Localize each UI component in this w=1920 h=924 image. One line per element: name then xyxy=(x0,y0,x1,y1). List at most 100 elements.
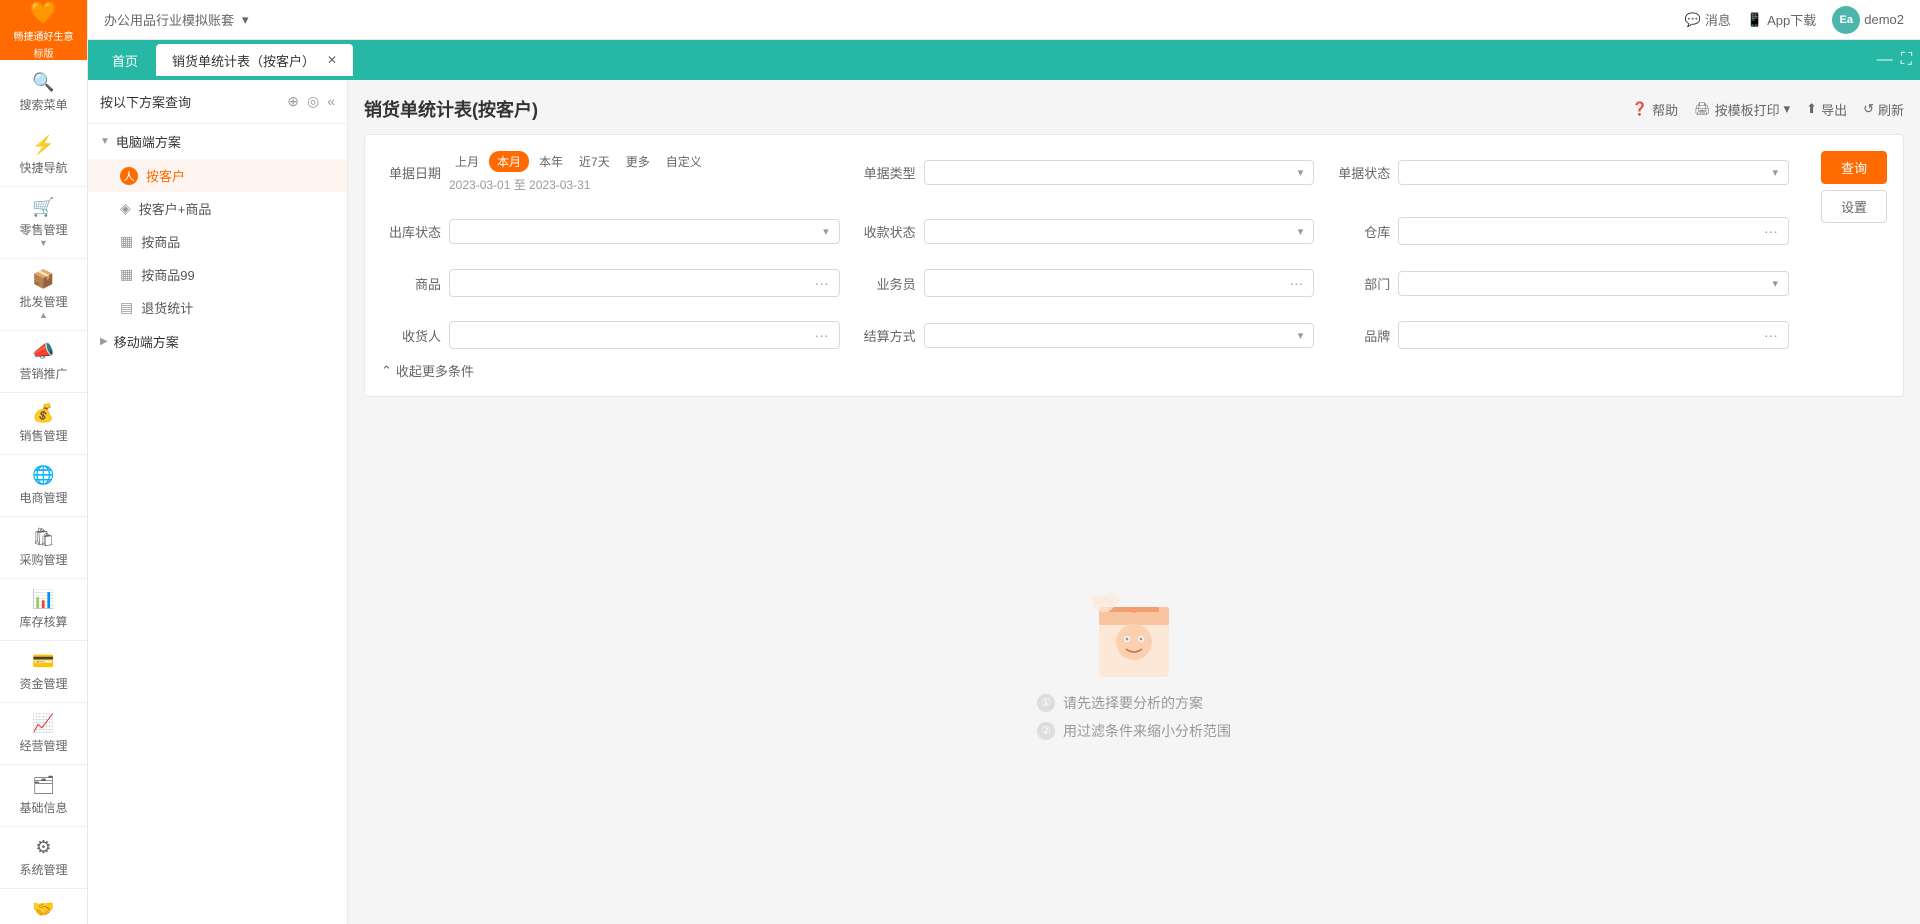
scheme-add-btn[interactable]: ⊕ xyxy=(287,93,299,110)
marketing-icon: 📣 xyxy=(32,341,54,362)
tab-minimize-btn[interactable]: — xyxy=(1877,51,1893,69)
scheme-group-desktop-label: 电脑端方案 xyxy=(116,132,181,151)
filter-row-3: 商品 ··· 业务员 ··· xyxy=(381,269,1789,297)
scheme-header: 按以下方案查询 ⊕ ◎ « xyxy=(88,80,347,124)
search-icon: 🔍 xyxy=(32,72,54,93)
tab-maximize-btn[interactable]: ⛶ xyxy=(1901,51,1912,69)
sidebar-item-enterprise[interactable]: 🤝 企业协同 xyxy=(0,889,88,924)
goods-99-icon: ▦ xyxy=(120,266,133,283)
brand-label: 品牌 xyxy=(1330,326,1390,345)
scheme-item-by-customer-goods-label: 按客户+商品 xyxy=(139,199,212,218)
user-profile-btn[interactable]: Ea demo2 xyxy=(1832,6,1904,34)
sidebar-item-operations[interactable]: 📈 经营管理 xyxy=(0,703,88,765)
scheme-item-by-customer[interactable]: 人 按客户 xyxy=(88,159,347,192)
app-logo[interactable]: 🧡 畅捷通好生意 标版 xyxy=(0,0,88,60)
scheme-item-refund-stat[interactable]: ▤ 退货统计 xyxy=(88,291,347,324)
template-print-btn[interactable]: 🖨 按模板打印 ▾ xyxy=(1694,100,1790,119)
scheme-item-by-customer-goods[interactable]: ◈ 按客户+商品 xyxy=(88,192,347,225)
scheme-item-by-goods-label: 按商品 xyxy=(141,232,180,251)
help-icon: ❓ xyxy=(1632,101,1648,117)
doc-status-select[interactable]: ▾ xyxy=(1398,160,1789,185)
settings-button[interactable]: 设置 xyxy=(1821,190,1887,223)
scheme-item-by-goods-99-label: 按商品99 xyxy=(141,265,194,284)
tab-sales-stat[interactable]: 销货单统计表（按客户） ✕ xyxy=(156,44,353,76)
sidebar-item-purchase[interactable]: 🛍 采购管理 xyxy=(0,517,88,579)
brand-select[interactable]: ··· xyxy=(1398,321,1789,349)
sidebar-item-marketing[interactable]: 📣 营销推广 xyxy=(0,331,88,393)
date-tab-more[interactable]: 更多 xyxy=(620,151,656,172)
hint-num-2: ② xyxy=(1037,722,1055,740)
scheme-group-mobile-title[interactable]: ▶ 移动端方案 xyxy=(88,324,347,359)
message-btn[interactable]: 💬 消息 xyxy=(1685,10,1731,29)
warehouse-dots: ··· xyxy=(1764,223,1778,239)
enterprise-icon: 🤝 xyxy=(32,899,54,920)
date-tab-this-month[interactable]: 本月 xyxy=(489,151,529,172)
date-tab-custom[interactable]: 自定义 xyxy=(660,151,708,172)
sidebar-system-label: 系统管理 xyxy=(19,861,67,878)
template-print-icon: 🖨 xyxy=(1694,101,1711,117)
payment-status-label: 收款状态 xyxy=(856,222,916,241)
sales-icon: 💰 xyxy=(32,403,54,424)
date-label: 单据日期 xyxy=(381,163,441,182)
sidebar-item-search[interactable]: 🔍 搜索菜单 xyxy=(0,60,88,125)
tab-home[interactable]: 首页 xyxy=(96,44,154,76)
export-label: 导出 xyxy=(1821,100,1847,119)
ecommerce-icon: 🌐 xyxy=(32,465,54,486)
message-icon: 💬 xyxy=(1685,12,1701,28)
doc-type-arrow: ▾ xyxy=(1298,166,1304,179)
receiver-select[interactable]: ··· xyxy=(449,321,840,349)
date-tab-last-month[interactable]: 上月 xyxy=(449,151,485,172)
scheme-item-by-goods-99[interactable]: ▦ 按商品99 xyxy=(88,258,347,291)
sidebar-item-ecommerce[interactable]: 🌐 电商管理 xyxy=(0,455,88,517)
empty-state: ① 请先选择要分析的方案 ② 用过滤条件来缩小分析范围 xyxy=(364,409,1904,908)
goods-label: 商品 xyxy=(381,274,441,293)
sidebar-item-retail[interactable]: 🛒 零售管理 ▼ xyxy=(0,187,88,259)
date-tab-last7[interactable]: 近7天 xyxy=(573,151,616,172)
filter-out-status: 出库状态 ▾ xyxy=(381,219,840,244)
wholesale-icon: 📦 xyxy=(32,269,54,290)
date-tab-this-year[interactable]: 本年 xyxy=(533,151,569,172)
goods-select[interactable]: ··· xyxy=(449,269,840,297)
sidebar-item-basic[interactable]: 🗂 基础信息 xyxy=(0,765,88,827)
export-icon: ⬆ xyxy=(1806,101,1817,117)
main-area: 办公用品行业模拟账套 ▾ 💬 消息 📱 App下载 Ea demo2 首页 xyxy=(88,0,1920,924)
header-actions: 💬 消息 📱 App下载 Ea demo2 xyxy=(1685,6,1904,34)
app-download-label: App下载 xyxy=(1767,10,1816,29)
basic-icon: 🗂 xyxy=(32,775,55,796)
app-download-btn[interactable]: 📱 App下载 xyxy=(1747,10,1816,29)
payment-status-arrow: ▾ xyxy=(1298,225,1304,238)
out-status-select[interactable]: ▾ xyxy=(449,219,840,244)
industry-selector[interactable]: 办公用品行业模拟账套 ▾ xyxy=(104,10,249,29)
sidebar-item-inventory[interactable]: 📊 库存核算 xyxy=(0,579,88,641)
query-button[interactable]: 查询 xyxy=(1821,151,1887,184)
sidebar-item-wholesale[interactable]: 📦 批发管理 ▲ xyxy=(0,259,88,331)
sidebar-item-finance[interactable]: 💳 资金管理 xyxy=(0,641,88,703)
scheme-header-actions: ⊕ ◎ « xyxy=(287,93,335,110)
doc-status-label: 单据状态 xyxy=(1330,163,1390,182)
scheme-settings-btn[interactable]: ◎ xyxy=(307,93,319,110)
sidebar-basic-label: 基础信息 xyxy=(19,799,67,816)
scheme-collapse-btn[interactable]: « xyxy=(327,93,335,110)
page-actions: ❓ 帮助 🖨 按模板打印 ▾ ⬆ 导出 ↺ 刷新 xyxy=(1632,100,1904,119)
department-select[interactable]: ▾ xyxy=(1398,271,1789,296)
right-panel: 销货单统计表(按客户) ❓ 帮助 🖨 按模板打印 ▾ ⬆ 导出 xyxy=(348,80,1920,924)
scheme-item-by-customer-label: 按客户 xyxy=(146,166,185,185)
sidebar-item-system[interactable]: ⚙ 系统管理 xyxy=(0,827,88,889)
refresh-btn[interactable]: ↺ 刷新 xyxy=(1863,100,1904,119)
sidebar-item-quick-nav[interactable]: ⚡ 快捷导航 xyxy=(0,125,88,187)
receiver-label: 收货人 xyxy=(381,326,441,345)
scheme-item-by-goods[interactable]: ▦ 按商品 xyxy=(88,225,347,258)
doc-type-select[interactable]: ▾ xyxy=(924,160,1315,185)
help-btn[interactable]: ❓ 帮助 xyxy=(1632,100,1678,119)
scheme-group-desktop-title[interactable]: ▼ 电脑端方案 xyxy=(88,124,347,159)
payment-status-select[interactable]: ▾ xyxy=(924,219,1315,244)
tab-close-btn[interactable]: ✕ xyxy=(327,53,337,67)
export-btn[interactable]: ⬆ 导出 xyxy=(1806,100,1847,119)
warehouse-select[interactable]: ··· xyxy=(1398,217,1789,245)
collapse-btn[interactable]: ⌃ 收起更多条件 xyxy=(381,361,1887,380)
salesperson-select[interactable]: ··· xyxy=(924,269,1315,297)
payment-method-select[interactable]: ▾ xyxy=(924,323,1315,348)
sidebar-item-sales[interactable]: 💰 销售管理 xyxy=(0,393,88,455)
quick-nav-icon: ⚡ xyxy=(32,135,54,156)
system-icon: ⚙ xyxy=(35,837,51,858)
